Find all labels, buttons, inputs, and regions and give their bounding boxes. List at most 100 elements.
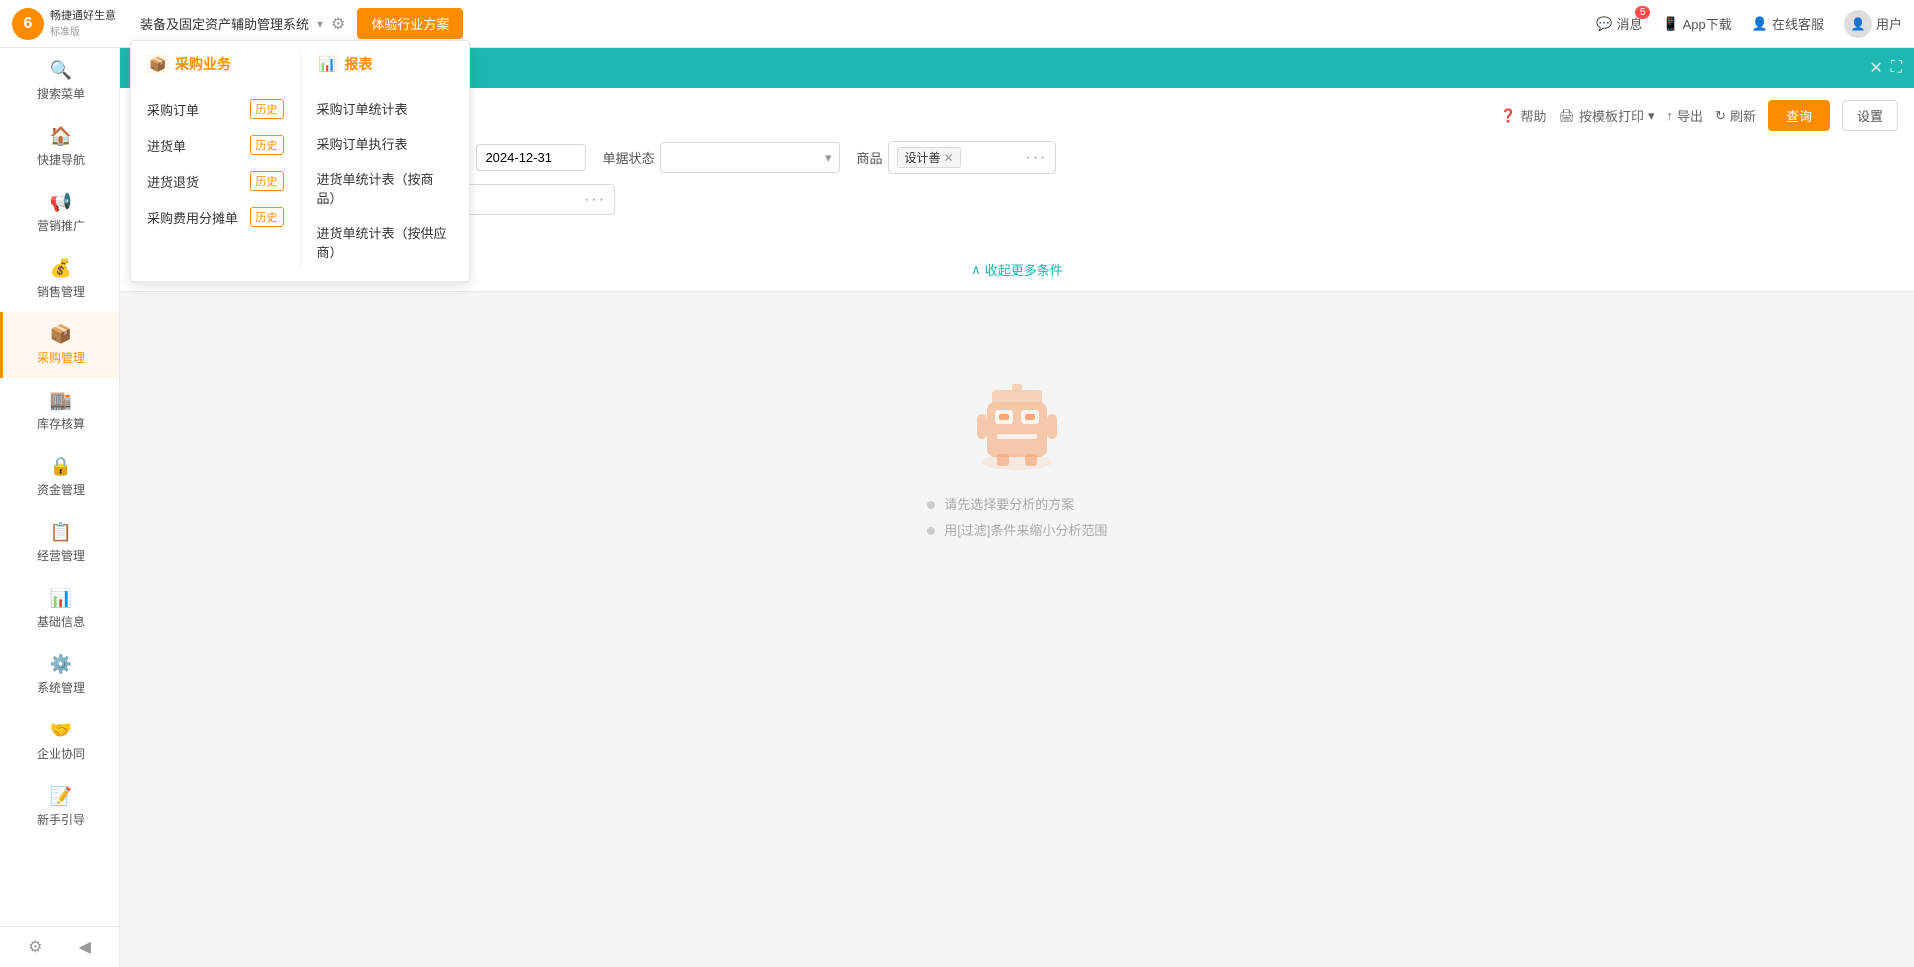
doc-status-control[interactable]: ▾ [660,142,840,173]
trial-button[interactable]: 体验行业方案 [357,8,463,39]
dropdown-left-header: 📦 采购业务 [147,53,284,81]
logo-area: 6 畅捷通好生意 标准版 [12,8,132,40]
cooperation-icon: 🤝 [50,720,72,741]
salesperson-more-icon[interactable]: ··· [584,191,606,209]
sidebar-item-inventory[interactable]: 🏬 库存核算 [0,378,119,444]
sidebar-item-quick-nav[interactable]: 🏠 快捷导航 [0,114,119,180]
export-button[interactable]: ↑ 导出 [1667,106,1704,125]
app-download-item[interactable]: 📱 App下载 [1662,14,1731,33]
dropdown-col-right: 📊 报表 采购订单统计表 采购订单执行表 进货单统计表（按商品） 进货单统计表（… [300,53,470,269]
tip-circle-2 [927,527,935,535]
refresh-icon: ↻ [1715,108,1726,124]
purchase-dropdown-menu: 📦 采购业务 采购订单 历史 进货单 历史 进货退货 历史 [130,48,470,282]
settings-icon[interactable]: ⚙ [331,14,345,34]
menu-item-receive-by-supplier[interactable]: 进货单统计表（按供应商） [317,215,454,269]
goods-tag: 设计善 ✕ [897,147,960,168]
date-end-input[interactable] [476,144,586,171]
guide-icon: 📝 [50,786,72,807]
sidebar-item-label-basic: 基础信息 [37,613,85,630]
header-right: 💬 消息 5 📱 App下载 👤 在线客服 👤 用户 [1596,10,1902,38]
sidebar-item-marketing[interactable]: 📢 营销推广 [0,180,119,246]
messages-badge: 5 [1635,6,1651,19]
sidebar-item-guide[interactable]: 📝 新手引导 [0,774,119,840]
menu-item-receive-by-goods[interactable]: 进货单统计表（按商品） [317,161,454,215]
menu-item-purchase-order[interactable]: 采购订单 历史 [147,91,284,127]
sidebar-item-label-guide: 新手引导 [37,811,85,828]
sidebar-item-search[interactable]: 🔍 搜索菜单 [0,48,119,114]
sales-icon: 💰 [50,258,72,279]
inventory-icon: 🏬 [50,390,72,411]
empty-tips: 请先选择要分析的方案 用[过滤]条件来缩小分析范围 [927,492,1108,544]
tab-close-all-icon[interactable]: ✕ [1869,58,1882,78]
sidebar-item-cooperation[interactable]: 🤝 企业协同 [0,708,119,774]
help-label: 帮助 [1520,106,1546,125]
title-dropdown-arrow[interactable]: ▾ [317,17,323,31]
export-icon: ↑ [1667,108,1674,123]
sidebar-item-label-search: 搜索菜单 [37,85,85,102]
sidebar-item-label-marketing: 营销推广 [37,217,85,234]
sidebar-item-operation[interactable]: 📋 经营管理 [0,510,119,576]
refresh-label: 刷新 [1730,106,1756,125]
messages-item[interactable]: 💬 消息 5 [1596,14,1642,33]
online-service-item[interactable]: 👤 在线客服 [1752,14,1824,33]
help-icon: ❓ [1500,108,1516,124]
goods-label: 商品 [856,148,882,167]
menu-item-order-stat[interactable]: 采购订单统计表 [317,91,454,126]
help-button[interactable]: ❓ 帮助 [1500,106,1546,125]
tab-fullscreen-icon[interactable]: ⛶ [1891,59,1902,77]
report-icon: 📊 [317,53,339,75]
sidebar-item-sales[interactable]: 💰 销售管理 [0,246,119,312]
system-title-area: 装备及固定资产辅助管理系统 ▾ ⚙ [140,14,345,34]
goods-tag-close[interactable]: ✕ [944,151,954,165]
sidebar-item-purchase[interactable]: 📦 采购管理 [0,312,119,378]
home-icon: 🏠 [50,126,72,147]
sidebar-collapse-icon[interactable]: ◀ [79,937,91,957]
content-area: 首页 销售排行榜 ✕ ✕ ⛶ ❓ 帮助 🖨 [120,48,1914,967]
goods-more-icon[interactable]: ··· [1025,149,1047,167]
empty-tip-1: 请先选择要分析的方案 [927,492,1108,518]
goods-control[interactable]: 设计善 ✕ ··· [888,141,1056,174]
tip-circle-1 [927,501,935,509]
sidebar-item-fund[interactable]: 🔒 资金管理 [0,444,119,510]
print-arrow: ▾ [1648,108,1655,124]
menu-item-expense[interactable]: 采购费用分摊单 历史 [147,199,284,235]
sidebar-bottom: ⚙ ◀ [0,926,119,967]
sidebar-item-basic[interactable]: 📊 基础信息 [0,576,119,642]
print-button[interactable]: 🖨 按模板打印 ▾ [1558,106,1654,125]
refresh-button[interactable]: ↻ 刷新 [1715,106,1756,125]
dropdown-col-left: 📦 采购业务 采购订单 历史 进货单 历史 进货退货 历史 [131,53,300,269]
menu-item-receive[interactable]: 进货单 历史 [147,127,284,163]
system-title: 装备及固定资产辅助管理系统 [140,14,309,33]
marketing-icon: 📢 [50,192,72,213]
purchase-icon: 📦 [50,324,72,345]
sidebar-item-label-quick-nav: 快捷导航 [37,151,85,168]
sidebar-item-label-sales: 销售管理 [37,283,85,300]
sidebar-item-label-operation: 经营管理 [37,547,85,564]
menu-item-order-exec[interactable]: 采购订单执行表 [317,126,454,161]
settings-button[interactable]: 设置 [1842,100,1898,131]
empty-tip-2: 用[过滤]条件来缩小分析范围 [927,518,1108,544]
query-button[interactable]: 查询 [1768,100,1830,131]
sidebar-settings-icon[interactable]: ⚙ [28,937,42,957]
logo-text: 畅捷通好生意 标准版 [50,9,116,38]
sidebar-item-label-inventory: 库存核算 [37,415,85,432]
empty-illustration [957,372,1077,472]
dropdown-columns: 📦 采购业务 采购订单 历史 进货单 历史 进货退货 历史 [131,53,469,269]
main-layout: 🔍 搜索菜单 🏠 快捷导航 📢 营销推广 💰 销售管理 📦 采购管理 🏬 库存核… [0,48,1914,967]
online-service-label: 在线客服 [1772,14,1824,33]
service-icon: 👤 [1752,16,1768,32]
user-avatar: 👤 [1844,10,1872,38]
sidebar-item-label-cooperation: 企业协同 [37,745,85,762]
basic-icon: 📊 [50,588,72,609]
user-item[interactable]: 👤 用户 [1844,10,1902,38]
menu-item-return[interactable]: 进货退货 历史 [147,163,284,199]
sidebar-item-label-fund: 资金管理 [37,481,85,498]
sidebar-item-system[interactable]: ⚙️ 系统管理 [0,642,119,708]
sidebar: 🔍 搜索菜单 🏠 快捷导航 📢 营销推广 💰 销售管理 📦 采购管理 🏬 库存核… [0,48,120,967]
search-icon: 🔍 [50,60,72,81]
app-download-label: App下载 [1683,14,1732,33]
operation-icon: 📋 [50,522,72,543]
message-icon: 💬 [1596,16,1612,32]
empty-state: 请先选择要分析的方案 用[过滤]条件来缩小分析范围 [120,292,1914,624]
badge-purchase-order: 历史 [250,99,284,119]
